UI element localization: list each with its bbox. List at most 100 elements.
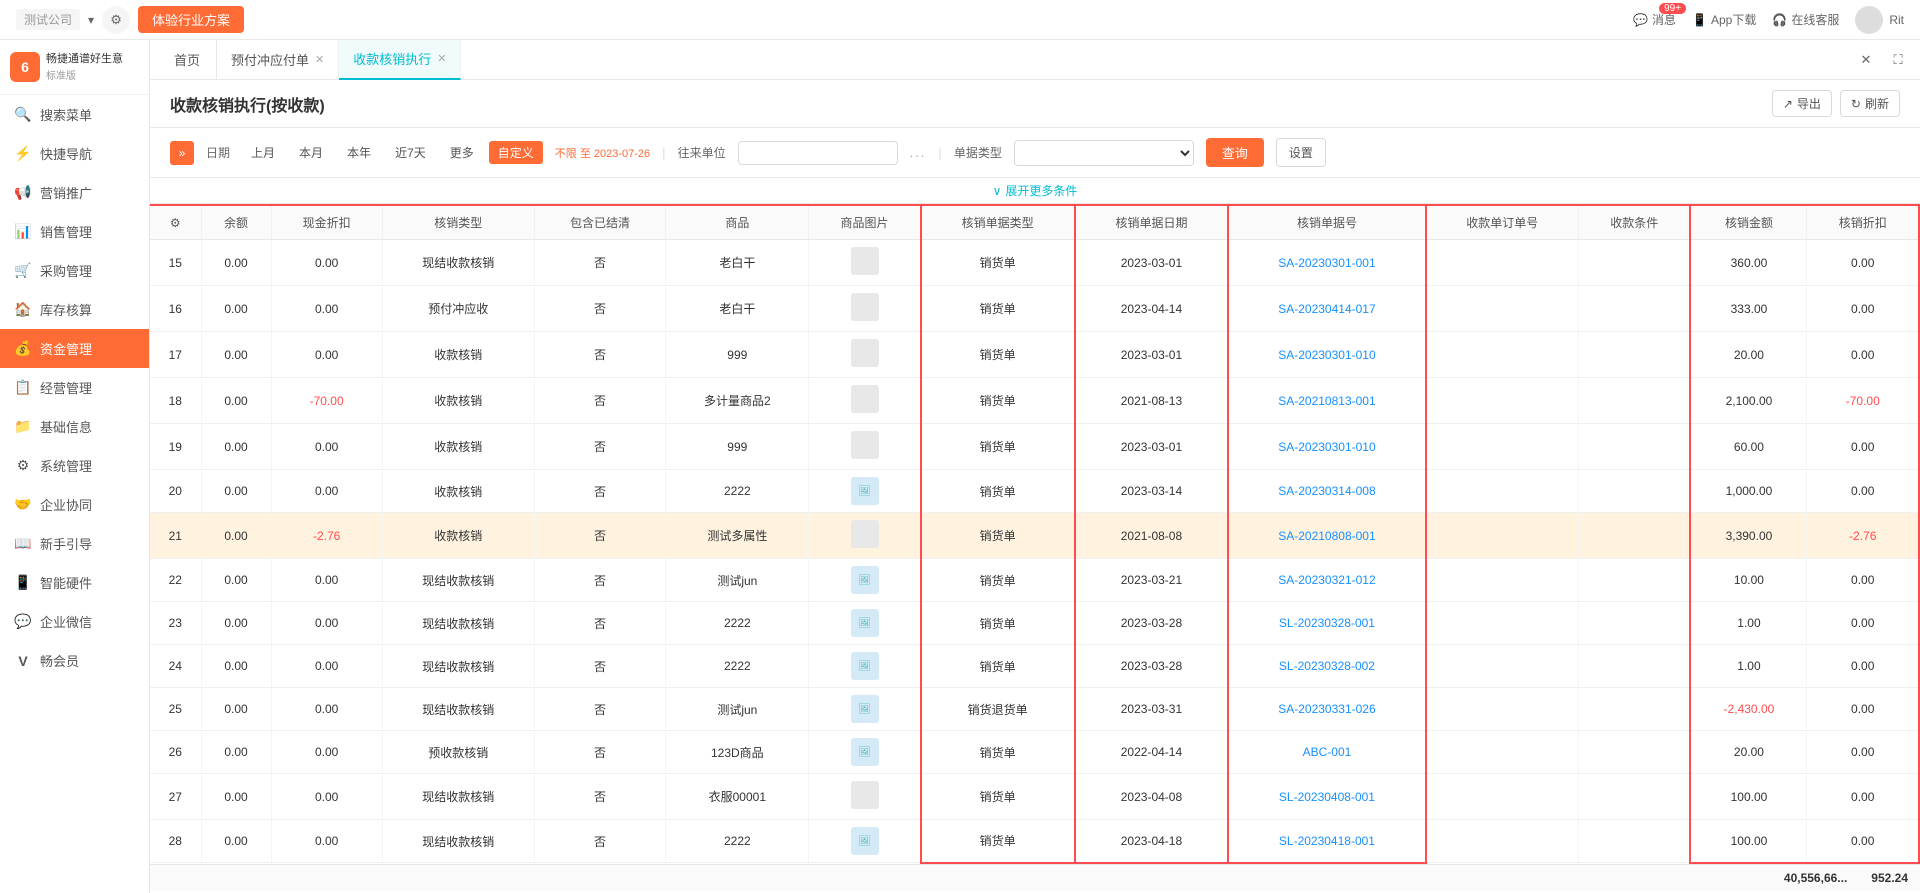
export-button[interactable]: ↗ 导出 <box>1772 90 1832 117</box>
voucher-no-link[interactable]: SA-20210813-001 <box>1278 394 1375 408</box>
cell-voucher-no[interactable]: SL-20230408-001 <box>1228 774 1425 820</box>
voucher-no-link[interactable]: SL-20230408-001 <box>1279 790 1375 804</box>
cell-type: 现结收款核销 <box>382 774 534 820</box>
cell-voucher-no[interactable]: SL-20230328-001 <box>1228 602 1425 645</box>
voucher-type-select[interactable] <box>1014 140 1194 166</box>
voucher-no-link[interactable]: ABC-001 <box>1303 745 1352 759</box>
filter-settings-button[interactable]: 设置 <box>1276 138 1326 167</box>
refresh-icon: ↻ <box>1851 97 1861 111</box>
sidebar-item-member[interactable]: V 畅会员 <box>0 641 149 680</box>
voucher-no-link[interactable]: SL-20230418-001 <box>1279 834 1375 848</box>
tab-maximize-btn[interactable]: ⛶ <box>1884 46 1912 74</box>
cell-voucher-no[interactable]: SA-20230301-010 <box>1228 424 1425 470</box>
company-dropdown[interactable]: ▾ <box>88 13 94 27</box>
sidebar-item-quick[interactable]: ⚡ 快捷导航 <box>0 134 149 173</box>
voucher-no-link[interactable]: SL-20230328-002 <box>1279 659 1375 673</box>
logo-text: 畅捷通谱好生意 <box>46 52 123 66</box>
voucher-no-link[interactable]: SA-20230321-012 <box>1278 573 1375 587</box>
wechat-icon: 💬 <box>14 613 32 630</box>
sidebar-label: 资金管理 <box>40 339 92 358</box>
tab-prepay-close[interactable]: ✕ <box>315 53 324 66</box>
cell-voucher-no[interactable]: ABC-001 <box>1228 731 1425 774</box>
hardware-icon: 📱 <box>14 574 32 591</box>
cell-discount: 0.00 <box>1807 332 1919 378</box>
cell-voucher-no[interactable]: SL-20230418-001 <box>1228 820 1425 863</box>
sidebar-item-marketing[interactable]: 📢 营销推广 <box>0 173 149 212</box>
cell-voucher-no[interactable]: SA-20230414-017 <box>1228 286 1425 332</box>
cell-voucher-no[interactable]: SA-20230314-008 <box>1228 470 1425 513</box>
cell-discount: 0.00 <box>1807 559 1919 602</box>
settings-icon[interactable]: ⚙ <box>102 6 130 34</box>
expand-bar[interactable]: ∨ 展开更多条件 <box>150 178 1920 204</box>
cell-voucher-no[interactable]: SA-20230331-026 <box>1228 688 1425 731</box>
th-settings[interactable]: ⚙ <box>150 205 201 240</box>
tab-current-close[interactable]: ✕ <box>437 52 446 65</box>
cell-discount: 0.00 <box>1807 731 1919 774</box>
tab-home[interactable]: 首页 <box>158 40 217 80</box>
voucher-no-link[interactable]: SA-20230301-010 <box>1278 440 1375 454</box>
cell-product-img <box>809 286 921 332</box>
sidebar-item-hardware[interactable]: 📱 智能硬件 <box>0 563 149 602</box>
user-info[interactable]: Rit <box>1855 6 1904 34</box>
cell-voucher-no[interactable]: SL-20230328-002 <box>1228 645 1425 688</box>
sidebar-item-enterprise[interactable]: 🤝 企业协同 <box>0 485 149 524</box>
tab-close-btn[interactable]: ✕ <box>1852 46 1880 74</box>
sidebar-item-sales[interactable]: 📊 销售管理 <box>0 212 149 251</box>
cell-receipt-cond <box>1578 559 1690 602</box>
sidebar-item-inventory[interactable]: 🏠 库存核算 <box>0 290 149 329</box>
cell-product: 测试jun <box>666 559 809 602</box>
sidebar-item-finance[interactable]: 💰 资金管理 <box>0 329 149 368</box>
cell-receipt-cond <box>1578 688 1690 731</box>
date-btn-this-month[interactable]: 本月 <box>290 141 332 164</box>
sidebar-item-guide[interactable]: 📖 新手引导 <box>0 524 149 563</box>
cell-type: 收款核销 <box>382 470 534 513</box>
solution-button[interactable]: 体验行业方案 <box>138 6 244 33</box>
cell-voucher-type: 销货单 <box>921 513 1075 559</box>
basics-icon: 📁 <box>14 418 32 435</box>
message-badge[interactable]: 💬 消息 99+ <box>1633 11 1676 28</box>
sidebar-item-basics[interactable]: 📁 基础信息 <box>0 407 149 446</box>
voucher-no-link[interactable]: SA-20230301-001 <box>1278 256 1375 270</box>
online-service[interactable]: 🎧 在线客服 <box>1772 11 1839 28</box>
voucher-no-link[interactable]: SA-20230331-026 <box>1278 702 1375 716</box>
cell-voucher-no[interactable]: SA-20230301-001 <box>1228 240 1425 286</box>
expand-icon: ∨ <box>993 184 1002 198</box>
tab-prepay[interactable]: 预付冲应付单 ✕ <box>217 40 339 80</box>
cell-voucher-no[interactable]: SA-20210808-001 <box>1228 513 1425 559</box>
voucher-no-link[interactable]: SA-20210808-001 <box>1278 529 1375 543</box>
cell-voucher-no[interactable]: SA-20230301-010 <box>1228 332 1425 378</box>
filter-toggle[interactable]: » <box>170 141 194 165</box>
cell-type: 现结收款核销 <box>382 559 534 602</box>
filter-dots: ... <box>910 145 927 160</box>
cell-type: 现结收款核销 <box>382 688 534 731</box>
cell-receipt-order <box>1426 820 1579 863</box>
query-button[interactable]: 查询 <box>1206 138 1264 167</box>
cell-amount: 360.00 <box>1690 240 1807 286</box>
sidebar-item-wechat[interactable]: 💬 企业微信 <box>0 602 149 641</box>
partner-label: 往来单位 <box>678 144 726 161</box>
sidebar-item-search[interactable]: 🔍 搜索菜单 <box>0 95 149 134</box>
cell-voucher-no[interactable]: SA-20210813-001 <box>1228 378 1425 424</box>
date-btn-7days[interactable]: 近7天 <box>386 141 435 164</box>
voucher-no-link[interactable]: SA-20230314-008 <box>1278 484 1375 498</box>
refresh-button[interactable]: ↻ 刷新 <box>1840 90 1900 117</box>
date-btn-custom[interactable]: 自定义 <box>489 141 543 164</box>
sidebar-label: 快捷导航 <box>40 144 92 163</box>
cell-included: 否 <box>534 513 666 559</box>
cell-receipt-order <box>1426 688 1579 731</box>
voucher-no-link[interactable]: SA-20230414-017 <box>1278 302 1375 316</box>
date-btn-last-month[interactable]: 上月 <box>242 141 284 164</box>
app-download[interactable]: 📱 App下载 <box>1692 11 1756 28</box>
voucher-no-link[interactable]: SA-20230301-010 <box>1278 348 1375 362</box>
cell-voucher-no[interactable]: SA-20230321-012 <box>1228 559 1425 602</box>
cell-id: 23 <box>150 602 201 645</box>
voucher-no-link[interactable]: SL-20230328-001 <box>1279 616 1375 630</box>
sidebar-item-system[interactable]: ⚙ 系统管理 <box>0 446 149 485</box>
sidebar-item-operations[interactable]: 📋 经营管理 <box>0 368 149 407</box>
date-btn-this-year[interactable]: 本年 <box>338 141 380 164</box>
cell-included: 否 <box>534 470 666 513</box>
tab-current[interactable]: 收款核销执行 ✕ <box>339 40 461 80</box>
sidebar-item-purchase[interactable]: 🛒 采购管理 <box>0 251 149 290</box>
date-btn-more[interactable]: 更多 <box>441 141 483 164</box>
partner-input[interactable] <box>738 141 898 165</box>
